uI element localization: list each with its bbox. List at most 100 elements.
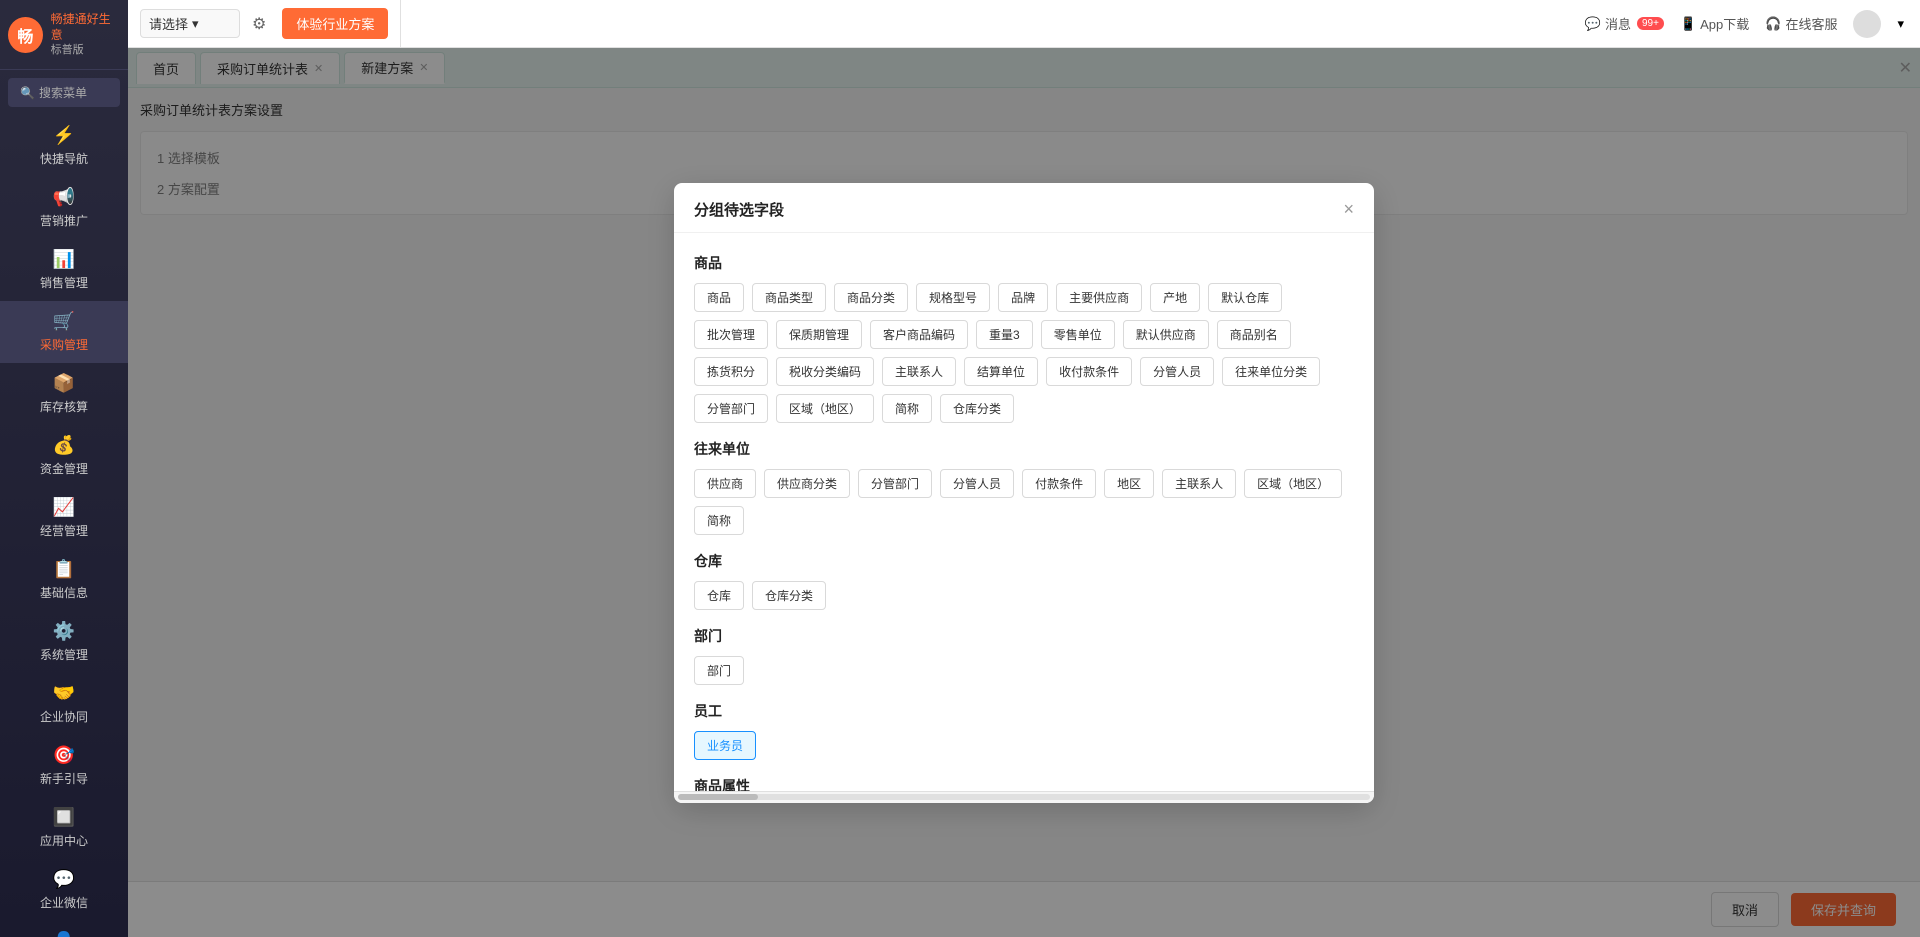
field-settle-unit[interactable]: 结算单位 bbox=[964, 357, 1038, 386]
sidebar-item-system[interactable]: ⚙️ 系统管理 bbox=[0, 611, 128, 673]
field-customer-code[interactable]: 客户商品编码 bbox=[870, 320, 968, 349]
section-title-partner: 往来单位 bbox=[694, 439, 1354, 459]
section-title-warehouse: 仓库 bbox=[694, 551, 1354, 571]
field-short-name2[interactable]: 简称 bbox=[694, 506, 744, 535]
sidebar-item-wechat[interactable]: 💬 企业微信 bbox=[0, 859, 128, 921]
hscroll-track bbox=[678, 794, 1370, 800]
sidebar-item-basics[interactable]: 📋 基础信息 bbox=[0, 549, 128, 611]
field-pick-points[interactable]: 拣货积分 bbox=[694, 357, 768, 386]
field-spec-model[interactable]: 规格型号 bbox=[916, 283, 990, 312]
field-short-name[interactable]: 简称 bbox=[882, 394, 932, 423]
field-wh[interactable]: 仓库 bbox=[694, 581, 744, 610]
field-product-category[interactable]: 商品分类 bbox=[834, 283, 908, 312]
section-title-product-attr: 商品属性 bbox=[694, 776, 1354, 791]
field-grid-department: 部门 bbox=[694, 656, 1354, 685]
field-dept2[interactable]: 部门 bbox=[694, 656, 744, 685]
modal-close-button[interactable]: × bbox=[1343, 200, 1354, 218]
field-wh-category[interactable]: 仓库分类 bbox=[752, 581, 826, 610]
user-avatar[interactable] bbox=[1853, 10, 1881, 38]
wechat-icon: 💬 bbox=[53, 869, 75, 890]
field-default-supplier[interactable]: 默认供应商 bbox=[1123, 320, 1209, 349]
field-brand[interactable]: 品牌 bbox=[998, 283, 1048, 312]
sidebar-item-sales[interactable]: 📊 销售管理 bbox=[0, 239, 128, 301]
sidebar-item-purchase[interactable]: 🛒 采购管理 bbox=[0, 301, 128, 363]
operation-icon: 📈 bbox=[53, 497, 75, 518]
field-supplier-category[interactable]: 供应商分类 bbox=[764, 469, 850, 498]
guide-icon: 🎯 bbox=[53, 745, 75, 766]
field-region2[interactable]: 区域（地区） bbox=[1244, 469, 1342, 498]
modal-overlay: 分组待选字段 × 商品 商品 商品类型 商品分类 规格型号 品牌 主要供应商 产… bbox=[128, 48, 1920, 937]
sidebar-search[interactable]: 🔍 搜索菜单 bbox=[8, 78, 120, 107]
message-item[interactable]: 💬 消息 99+ bbox=[1585, 14, 1664, 33]
field-from-unit-category[interactable]: 往来单位分类 bbox=[1222, 357, 1320, 386]
sidebar-item-collab[interactable]: 🤝 企业协同 bbox=[0, 673, 128, 735]
field-product[interactable]: 商品 bbox=[694, 283, 744, 312]
app-center-icon: 🔲 bbox=[53, 807, 75, 828]
field-supplier[interactable]: 供应商 bbox=[694, 469, 756, 498]
sidebar-item-guide[interactable]: 🎯 新手引导 bbox=[0, 735, 128, 797]
message-icon: 💬 bbox=[1585, 16, 1601, 32]
purchase-icon: 🛒 bbox=[53, 311, 75, 332]
support-icon: 🎧 bbox=[1765, 16, 1781, 32]
logo-icon: 畅 bbox=[8, 17, 43, 53]
field-manager[interactable]: 分管人员 bbox=[1140, 357, 1214, 386]
field-region[interactable]: 区域（地区） bbox=[776, 394, 874, 423]
section-title-staff: 员工 bbox=[694, 701, 1354, 721]
section-title-product: 商品 bbox=[694, 253, 1354, 273]
sidebar-item-marketing[interactable]: 📢 营销推广 bbox=[0, 177, 128, 239]
modal-horizontal-scrollbar[interactable] bbox=[674, 791, 1374, 803]
modal-title: 分组待选字段 bbox=[694, 199, 784, 220]
logo-text: 畅捷通好生意 标普版 bbox=[51, 12, 120, 57]
field-origin[interactable]: 产地 bbox=[1150, 283, 1200, 312]
field-grid-staff: 业务员 bbox=[694, 731, 1354, 760]
search-icon: 🔍 bbox=[20, 86, 35, 100]
modal-header: 分组待选字段 × bbox=[674, 183, 1374, 233]
field-default-warehouse[interactable]: 默认仓库 bbox=[1208, 283, 1282, 312]
field-payment-terms[interactable]: 收付款条件 bbox=[1046, 357, 1132, 386]
experience-btn[interactable]: 体验行业方案 bbox=[282, 8, 388, 39]
inventory-icon: 📦 bbox=[53, 373, 75, 394]
field-mgmt-person[interactable]: 分管人员 bbox=[940, 469, 1014, 498]
field-product-type[interactable]: 商品类型 bbox=[752, 283, 826, 312]
user-menu-icon[interactable]: ▾ bbox=[1897, 16, 1904, 32]
quick-nav-icon: ⚡ bbox=[53, 125, 75, 146]
basics-icon: 📋 bbox=[53, 559, 75, 580]
sidebar-item-finance[interactable]: 💰 资金管理 bbox=[0, 425, 128, 487]
field-batch-mgmt[interactable]: 批次管理 bbox=[694, 320, 768, 349]
section-title-department: 部门 bbox=[694, 626, 1354, 646]
header-gear-icon[interactable]: ⚙ bbox=[252, 14, 266, 34]
field-main-contact[interactable]: 主联系人 bbox=[1162, 469, 1236, 498]
field-grid-partner: 供应商 供应商分类 分管部门 分管人员 付款条件 地区 主联系人 区域（地区） … bbox=[694, 469, 1354, 535]
sidebar-item-inventory[interactable]: 📦 库存核算 bbox=[0, 363, 128, 425]
header-right: 💬 消息 99+ 📱 App下载 🎧 在线客服 ▾ bbox=[1585, 10, 1920, 38]
field-weight3[interactable]: 重量3 bbox=[976, 320, 1033, 349]
app-download-item[interactable]: 📱 App下载 bbox=[1680, 14, 1749, 33]
field-expiry-mgmt[interactable]: 保质期管理 bbox=[776, 320, 862, 349]
field-retail-unit[interactable]: 零售单位 bbox=[1041, 320, 1115, 349]
header-select[interactable]: 请选择 ▾ bbox=[140, 9, 240, 38]
field-grid-product: 商品 商品类型 商品分类 规格型号 品牌 主要供应商 产地 默认仓库 批次管理 … bbox=[694, 283, 1354, 423]
sidebar-logo: 畅 畅捷通好生意 标普版 bbox=[0, 0, 128, 70]
online-support-item[interactable]: 🎧 在线客服 bbox=[1765, 14, 1837, 33]
sidebar: 畅 畅捷通好生意 标普版 🔍 搜索菜单 ⚡ 快捷导航 📢 营销推广 📊 销售管理… bbox=[0, 0, 128, 937]
finance-icon: 💰 bbox=[53, 435, 75, 456]
field-mgmt-dept[interactable]: 分管部门 bbox=[694, 394, 768, 423]
field-dept[interactable]: 分管部门 bbox=[858, 469, 932, 498]
sidebar-item-member[interactable]: 👤 畅会员 bbox=[0, 921, 128, 937]
field-product-alias[interactable]: 商品别名 bbox=[1217, 320, 1291, 349]
field-area[interactable]: 地区 bbox=[1104, 469, 1154, 498]
field-payment-cond[interactable]: 付款条件 bbox=[1022, 469, 1096, 498]
sidebar-item-operation[interactable]: 📈 经营管理 bbox=[0, 487, 128, 549]
modal-body: 商品 商品 商品类型 商品分类 规格型号 品牌 主要供应商 产地 默认仓库 批次… bbox=[674, 233, 1374, 791]
field-warehouse-category[interactable]: 仓库分类 bbox=[940, 394, 1014, 423]
field-tax-code[interactable]: 税收分类编码 bbox=[776, 357, 874, 386]
collab-icon: 🤝 bbox=[53, 683, 75, 704]
app-download-icon: 📱 bbox=[1680, 16, 1696, 32]
sidebar-item-quick-nav[interactable]: ⚡ 快捷导航 bbox=[0, 115, 128, 177]
sidebar-item-app-center[interactable]: 🔲 应用中心 bbox=[0, 797, 128, 859]
field-contact[interactable]: 主联系人 bbox=[882, 357, 956, 386]
field-main-supplier[interactable]: 主要供应商 bbox=[1056, 283, 1142, 312]
hscroll-thumb[interactable] bbox=[678, 794, 758, 800]
chevron-down-icon: ▾ bbox=[192, 16, 199, 32]
field-salesperson[interactable]: 业务员 bbox=[694, 731, 756, 760]
